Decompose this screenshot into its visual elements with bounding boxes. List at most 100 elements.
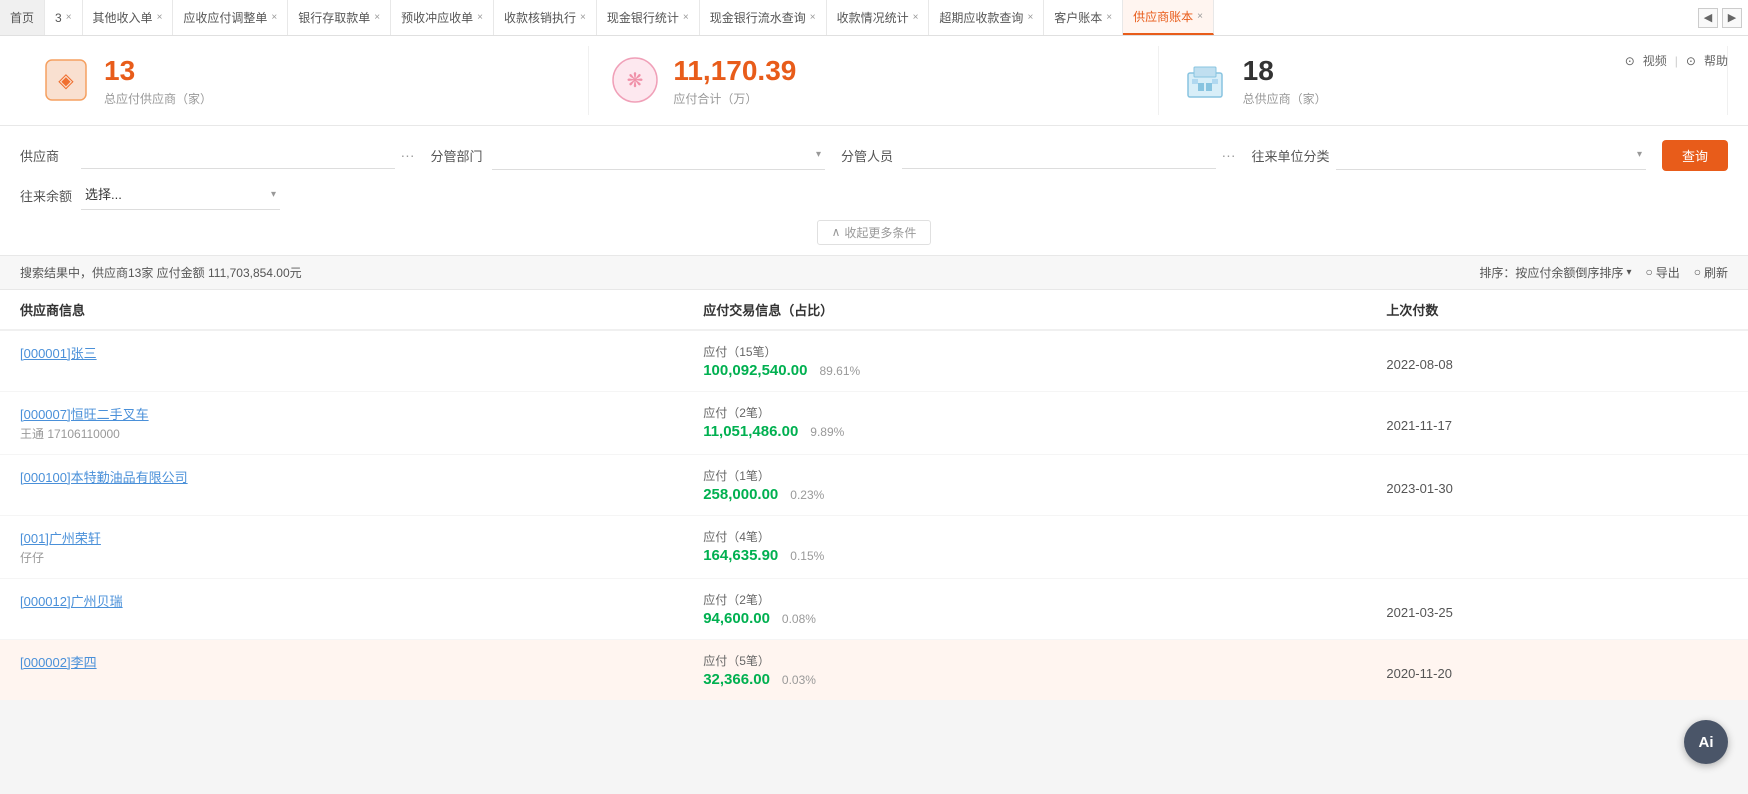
export-label: 导出 bbox=[1656, 264, 1680, 281]
export-button[interactable]: ○ 导出 bbox=[1645, 264, 1679, 281]
dept-filter-label: 分管部门 bbox=[431, 146, 486, 165]
supplier-link-4[interactable]: [001]广州荣轩 bbox=[20, 531, 101, 546]
trans-row-6: 32,366.00 0.03% bbox=[703, 669, 1386, 688]
help-link[interactable]: 帮助 bbox=[1704, 52, 1728, 69]
cell-supplier-6: [000002]李四 bbox=[20, 652, 703, 671]
nav-tab-supplier-ledger[interactable]: 供应商账本 × bbox=[1123, 0, 1214, 35]
close-icon[interactable]: × bbox=[580, 12, 586, 23]
person-filter-input[interactable] bbox=[902, 141, 1216, 169]
payable-total-label: 应付合计（万） bbox=[673, 90, 796, 107]
trans-pct-2: 9.89% bbox=[810, 425, 844, 439]
nav-right-arrow[interactable]: ▶ bbox=[1722, 8, 1742, 28]
dept-filter-select[interactable] bbox=[492, 141, 826, 169]
close-icon[interactable]: × bbox=[374, 12, 380, 23]
nav-tab-collection-stats[interactable]: 收款情况统计 × bbox=[827, 0, 930, 35]
supplier-link-1[interactable]: [000001]张三 bbox=[20, 346, 97, 361]
close-icon[interactable]: × bbox=[810, 12, 816, 23]
nav-tab-collection-verify[interactable]: 收款核销执行 × bbox=[494, 0, 597, 35]
nav-tab-other-income[interactable]: 其他收入单 × bbox=[83, 0, 174, 35]
summary-card-payable-total: ❋ 11,170.39 应付合计（万） bbox=[589, 46, 1158, 115]
nav-tab-customer-ledger-label: 客户账本 bbox=[1054, 9, 1102, 26]
trans-pct-3: 0.23% bbox=[790, 488, 824, 502]
close-icon[interactable]: × bbox=[913, 12, 919, 23]
nav-tab-adjustment[interactable]: 应收应付调整单 × bbox=[173, 0, 288, 35]
refresh-button[interactable]: ○ 刷新 bbox=[1694, 264, 1728, 281]
top-navigation: 首页 3 × 其他收入单 × 应收应付调整单 × 银行存取款单 × 预收冲应收单… bbox=[0, 0, 1748, 36]
table-container: 供应商信息 应付交易信息（占比） 上次付数 [000001]张三 应付（15笔）… bbox=[0, 290, 1748, 701]
sort-text: 排序：按应付余额倒序排序 bbox=[1479, 264, 1623, 281]
refresh-label: 刷新 bbox=[1704, 264, 1728, 281]
cell-lastpay-6: 2020-11-20 bbox=[1386, 652, 1728, 681]
trans-label-1: 应付（15笔） bbox=[703, 343, 1386, 360]
trans-amount-2: 11,051,486.00 bbox=[703, 423, 798, 440]
query-button[interactable]: 查询 bbox=[1662, 140, 1728, 171]
nav-left-arrow[interactable]: ◀ bbox=[1698, 8, 1718, 28]
top-right-links: ⊙ 视频 | ⊙ 帮助 bbox=[1625, 52, 1728, 69]
close-icon[interactable]: × bbox=[1197, 11, 1203, 22]
nav-tab-3-label: 3 bbox=[55, 11, 62, 25]
close-icon[interactable]: × bbox=[157, 12, 163, 23]
nav-tab-cash-bank-flow-label: 现金银行流水查询 bbox=[710, 9, 806, 26]
category-filter-select[interactable] bbox=[1336, 141, 1646, 169]
separator: | bbox=[1675, 54, 1678, 68]
total-supplier-content: 18 总供应商（家） bbox=[1243, 54, 1327, 107]
trans-label-2: 应付（2笔） bbox=[703, 404, 1386, 421]
nav-tab-cash-bank-stats[interactable]: 现金银行统计 × bbox=[597, 0, 700, 35]
video-link[interactable]: 视频 bbox=[1643, 52, 1667, 69]
supplier-filter-dots[interactable]: ··· bbox=[401, 147, 415, 163]
close-icon[interactable]: × bbox=[1106, 12, 1112, 23]
payable-total-content: 11,170.39 应付合计（万） bbox=[673, 54, 796, 107]
circle-icon: ⊙ bbox=[1625, 54, 1635, 68]
balance-filter-label: 往来余额 bbox=[20, 186, 75, 205]
close-icon[interactable]: × bbox=[66, 12, 72, 23]
ai-button[interactable]: Ai bbox=[1684, 720, 1728, 764]
collapse-button[interactable]: ∧ 收起更多条件 bbox=[817, 220, 932, 245]
nav-tab-customer-ledger[interactable]: 客户账本 × bbox=[1044, 0, 1123, 35]
filter-row-2: 往来余额 选择... ▾ bbox=[20, 181, 1728, 210]
close-icon[interactable]: × bbox=[271, 12, 277, 23]
close-icon[interactable]: × bbox=[1027, 12, 1033, 23]
trans-amount-1: 100,092,540.00 bbox=[703, 362, 807, 379]
balance-filter-wrapper: 选择... ▾ bbox=[81, 181, 280, 210]
trans-pct-1: 89.61% bbox=[819, 364, 860, 378]
nav-tab-home-label: 首页 bbox=[10, 9, 34, 26]
nav-tab-overdue-query[interactable]: 超期应收款查询 × bbox=[929, 0, 1044, 35]
supplier-link-5[interactable]: [000012]广州贝瑞 bbox=[20, 594, 123, 609]
filter-row-1: 供应商 ··· 分管部门 ▾ 分管人员 ··· 往来单位分类 ▾ 查询 bbox=[20, 140, 1728, 171]
export-icon: ○ bbox=[1645, 265, 1652, 279]
supplier-filter-input[interactable] bbox=[81, 141, 395, 169]
nav-tab-other-income-label: 其他收入单 bbox=[93, 9, 153, 26]
person-filter-dots[interactable]: ··· bbox=[1222, 147, 1236, 163]
trans-amount-5: 94,600.00 bbox=[703, 610, 770, 627]
refresh-icon: ○ bbox=[1694, 265, 1701, 279]
supplier-link-3[interactable]: [000100]本特勤油品有限公司 bbox=[20, 470, 188, 485]
collapse-btn-label: 收起更多条件 bbox=[844, 224, 916, 241]
dept-filter-wrapper: ▾ bbox=[492, 141, 826, 170]
payable-supplier-icon: ◈ bbox=[40, 54, 92, 106]
nav-tab-collection-stats-label: 收款情况统计 bbox=[837, 9, 909, 26]
cell-lastpay-3: 2023-01-30 bbox=[1386, 467, 1728, 496]
close-icon[interactable]: × bbox=[477, 12, 483, 23]
trans-amount-4: 164,635.90 bbox=[703, 547, 778, 564]
nav-tab-bank-deposit[interactable]: 银行存取款单 × bbox=[288, 0, 391, 35]
nav-tab-home[interactable]: 首页 bbox=[0, 0, 45, 35]
trans-label-6: 应付（5笔） bbox=[703, 652, 1386, 669]
trans-label-3: 应付（1笔） bbox=[703, 467, 1386, 484]
supplier-link-2[interactable]: [000007]恒旺二手叉车 bbox=[20, 407, 149, 422]
nav-tab-bank-deposit-label: 银行存取款单 bbox=[298, 9, 370, 26]
collapse-row: ∧ 收起更多条件 bbox=[20, 220, 1728, 245]
supplier-sub-2: 王通 17106110000 bbox=[20, 425, 703, 442]
cell-lastpay-1: 2022-08-08 bbox=[1386, 343, 1728, 372]
filter-dept: 分管部门 ▾ bbox=[431, 141, 826, 170]
result-bar: 搜索结果中，供应商13家 应付金额 111,703,854.00元 排序：按应付… bbox=[0, 256, 1748, 290]
balance-filter-select[interactable]: 选择... bbox=[81, 181, 280, 209]
close-icon[interactable]: × bbox=[683, 12, 689, 23]
trans-row-3: 258,000.00 0.23% bbox=[703, 484, 1386, 503]
nav-tab-3[interactable]: 3 × bbox=[45, 0, 83, 35]
nav-tab-cash-bank-flow[interactable]: 现金银行流水查询 × bbox=[700, 0, 827, 35]
nav-tab-advance-receive[interactable]: 预收冲应收单 × bbox=[391, 0, 494, 35]
nav-tab-cash-bank-stats-label: 现金银行统计 bbox=[607, 9, 679, 26]
table-row: [000012]广州贝瑞 应付（2笔） 94,600.00 0.08% 2021… bbox=[0, 579, 1748, 640]
payable-supplier-label: 总应付供应商（家） bbox=[104, 90, 212, 107]
supplier-link-6[interactable]: [000002]李四 bbox=[20, 655, 97, 670]
